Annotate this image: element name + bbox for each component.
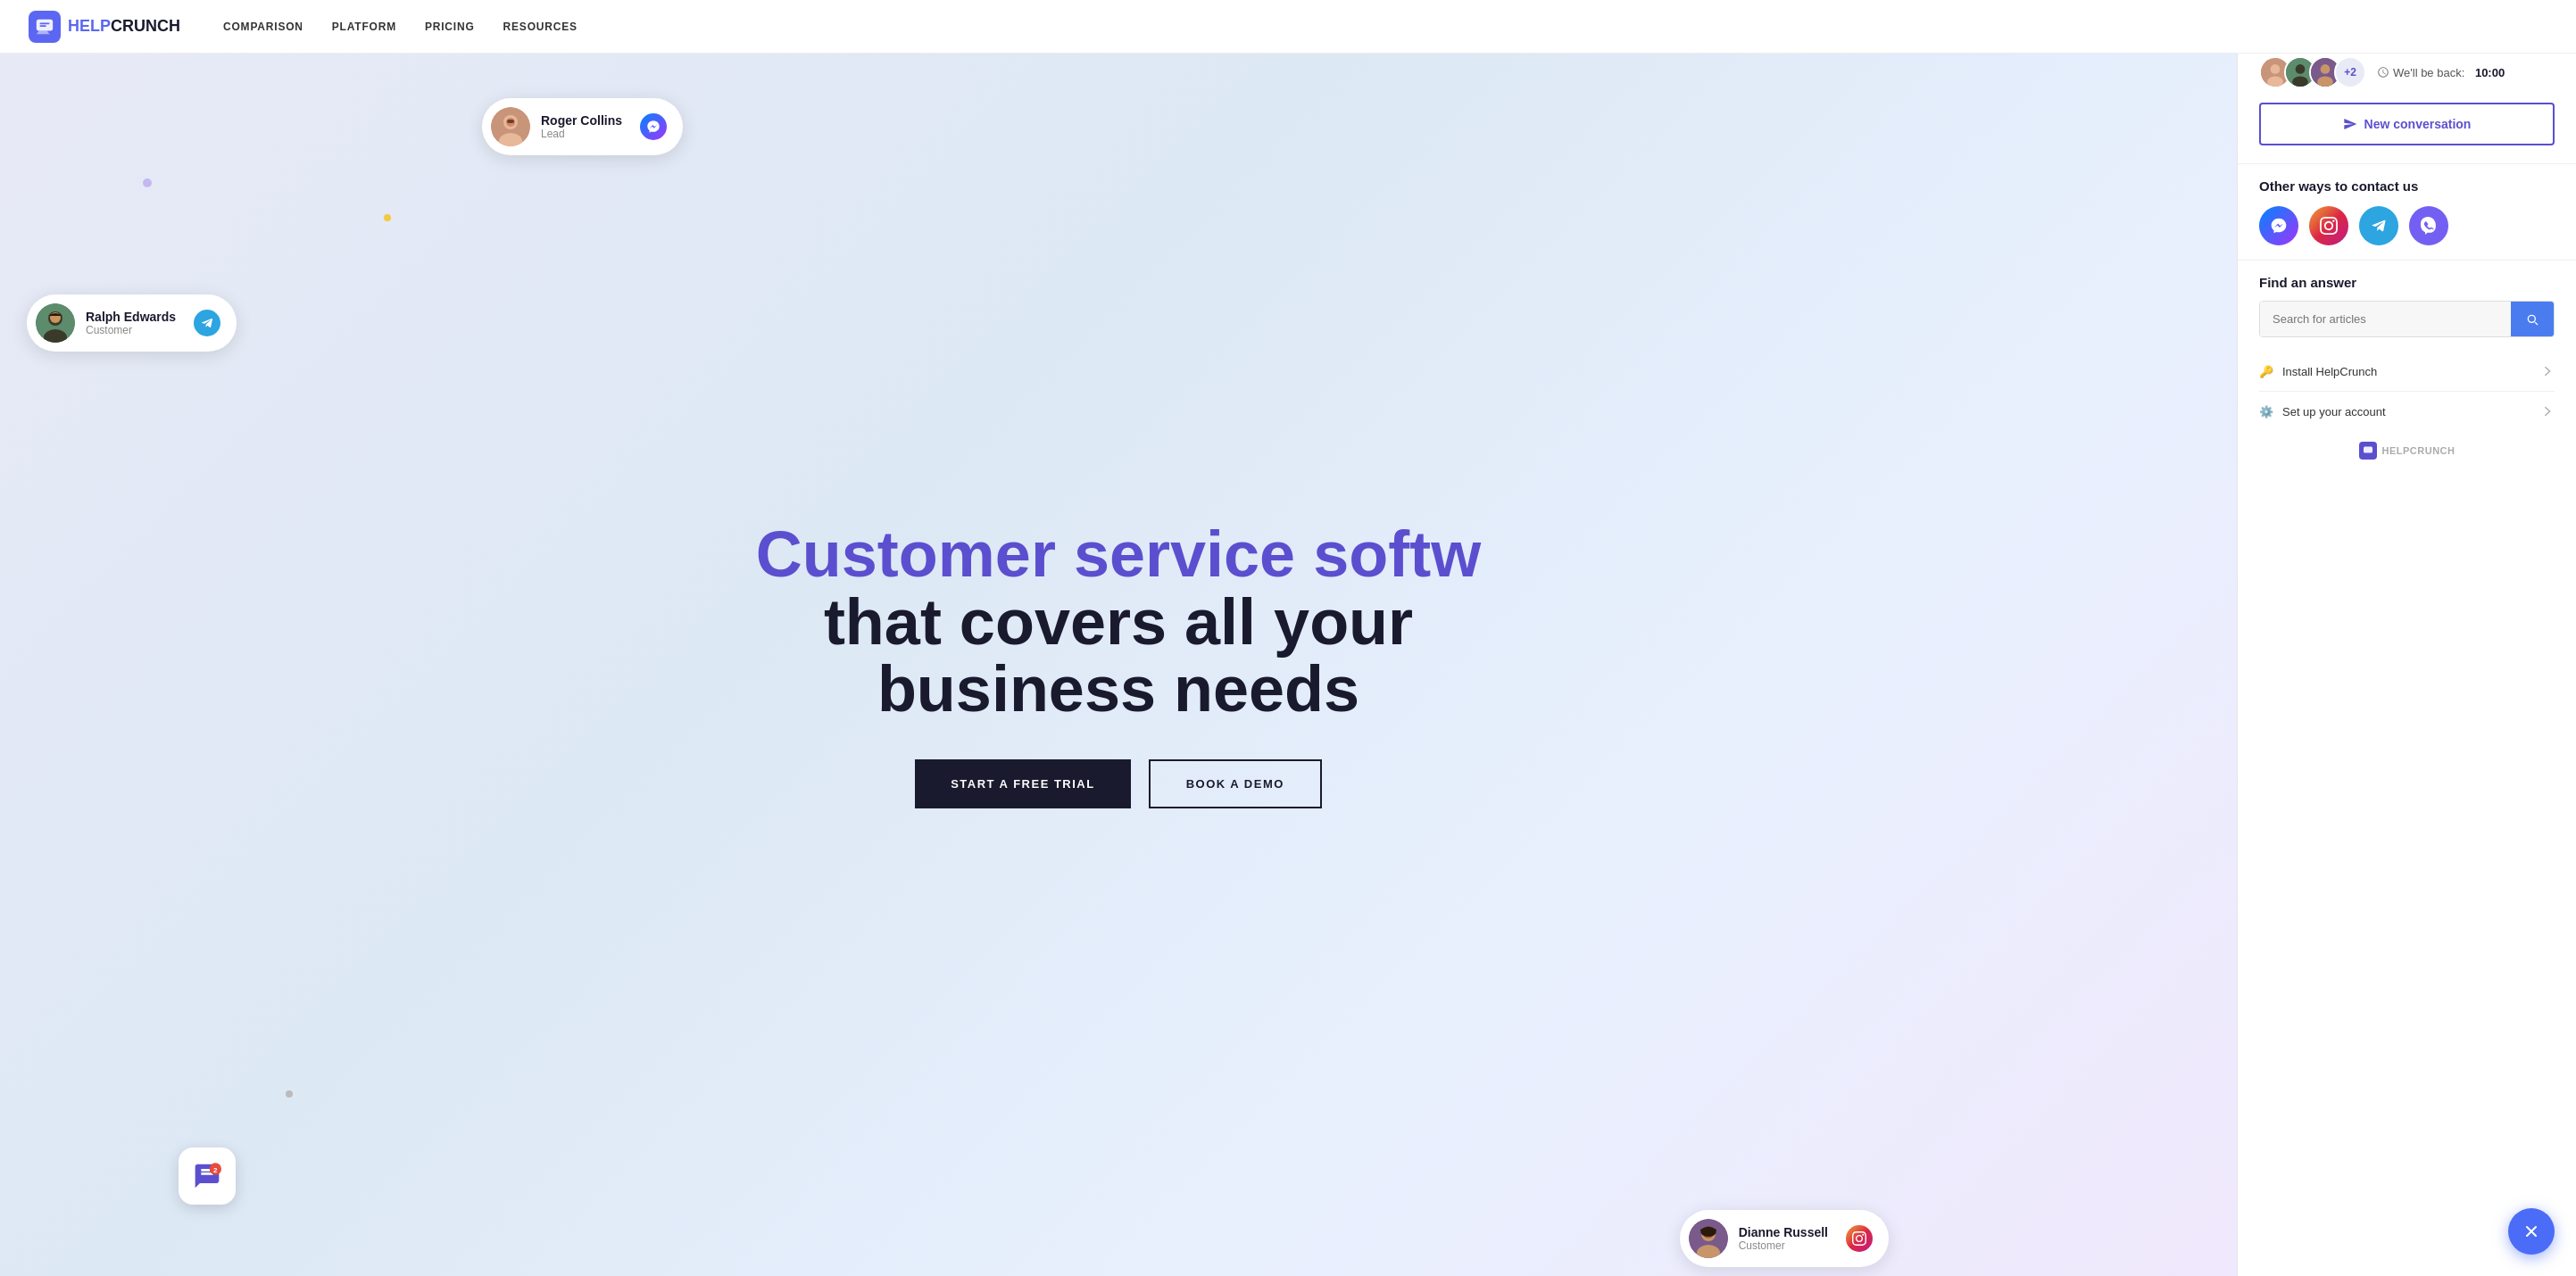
nav-links: COMPARISON PLATFORM PRICING RESOURCES (223, 21, 578, 33)
logo[interactable]: HELPCRUNCH (29, 11, 180, 43)
logo-icon (29, 11, 61, 43)
roger-role: Lead (541, 128, 622, 140)
hero-headline: Customer service softw that covers all y… (756, 521, 1288, 638)
nav-resources[interactable]: RESOURCES (503, 21, 578, 33)
hero-section: Customer service softw that covers all y… (0, 0, 1288, 638)
avatar-roger (491, 107, 530, 146)
dot-2 (384, 214, 391, 221)
roger-info: Roger Collins Lead (541, 113, 622, 140)
nav-comparison[interactable]: COMPARISON (223, 21, 303, 33)
svg-rect-0 (37, 19, 53, 30)
dot-1 (143, 178, 152, 187)
ralph-role: Customer (86, 324, 176, 336)
avatar-ralph (36, 303, 75, 343)
nav-pricing[interactable]: PRICING (425, 21, 475, 33)
ralph-channel-icon (194, 310, 220, 336)
nav-platform[interactable]: PLATFORM (332, 21, 396, 33)
card-ralph: Ralph Edwards Customer (27, 294, 237, 352)
navbar: HELPCRUNCH COMPARISON PLATFORM PRICING R… (0, 0, 1288, 54)
logo-text: HELPCRUNCH (68, 17, 180, 36)
roger-channel-icon (640, 113, 667, 140)
svg-rect-5 (507, 120, 514, 123)
ralph-name: Ralph Edwards (86, 310, 176, 324)
card-roger: Roger Collins Lead (482, 98, 683, 155)
ralph-info: Ralph Edwards Customer (86, 310, 176, 336)
roger-name: Roger Collins (541, 113, 622, 128)
